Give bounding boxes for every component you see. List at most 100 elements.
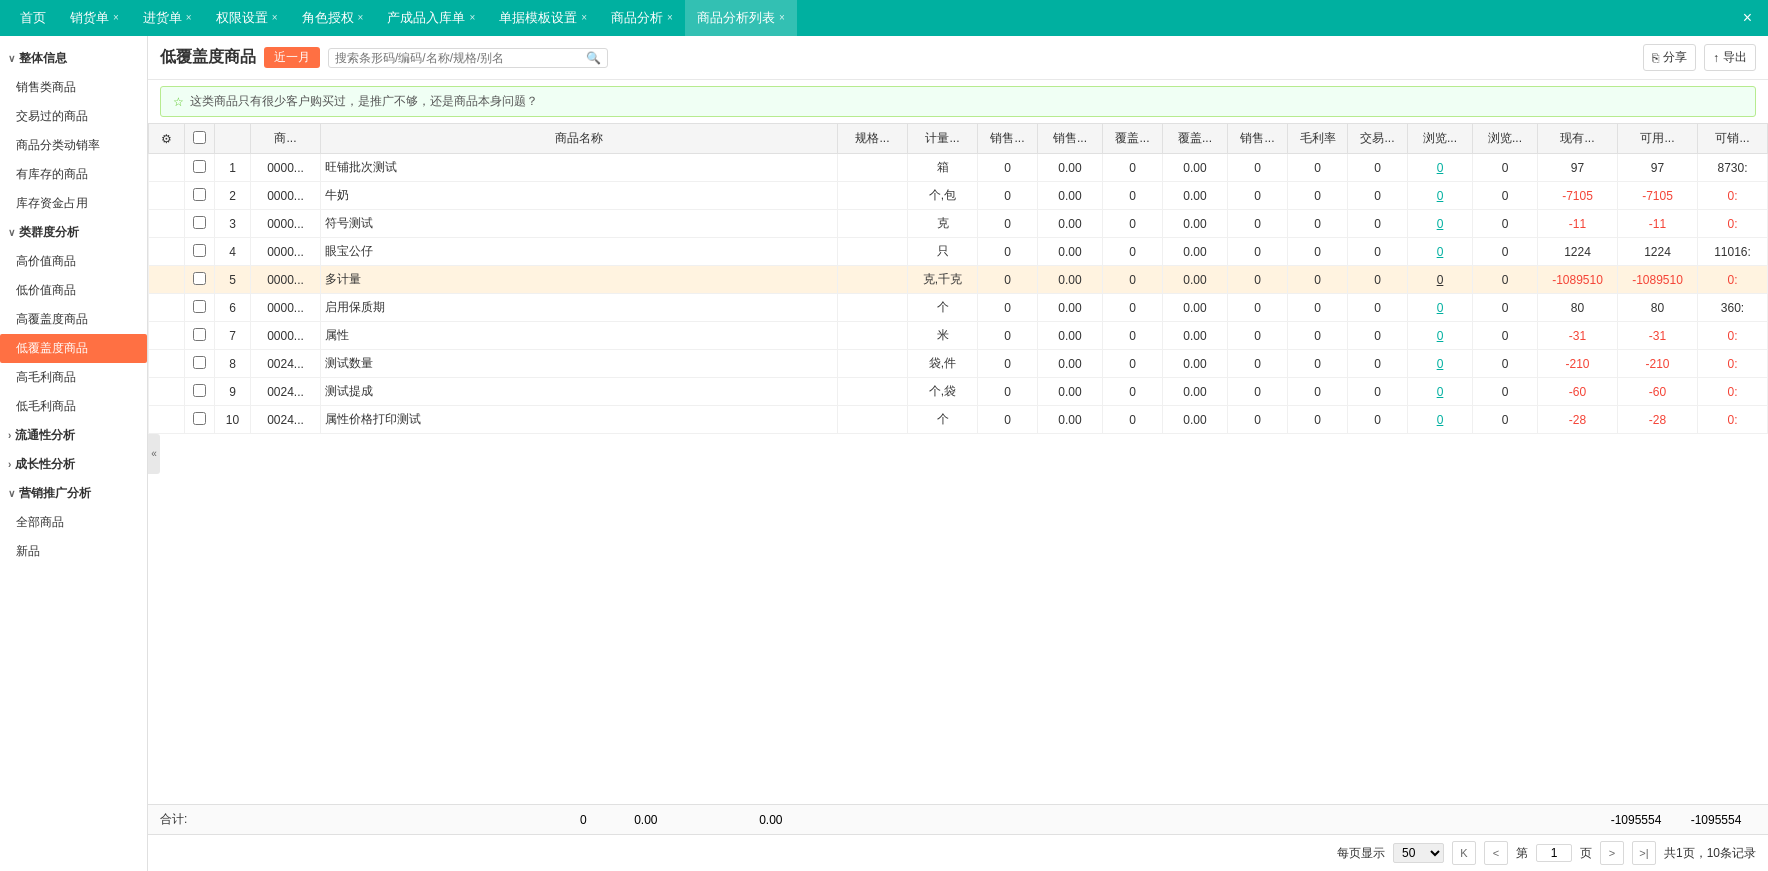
row-settings[interactable] [149,378,185,406]
col-available-header[interactable]: 可用... [1618,124,1698,154]
sidebar-group-overall[interactable]: ∨ 整体信息 [0,44,147,73]
col-settings[interactable]: ⚙ [149,124,185,154]
col-browse1-header[interactable]: 浏览... [1408,124,1473,154]
sidebar-group-liquidity[interactable]: › 流通性分析 [0,421,147,450]
nav-permission[interactable]: 权限设置 × [204,0,290,36]
share-icon: ⎘ [1652,51,1659,65]
col-cov2-header[interactable]: 覆盖... [1163,124,1228,154]
row-browse1[interactable]: 0 [1408,406,1473,434]
sidebar-group-cluster[interactable]: ∨ 类群度分析 [0,218,147,247]
sidebar-item-high-value[interactable]: 高价值商品 [0,247,147,276]
sidebar-item-stock-capital[interactable]: 库存资金占用 [0,189,147,218]
export-button[interactable]: ↑ 导出 [1704,44,1756,71]
select-all-checkbox[interactable] [193,131,206,144]
row-checkbox[interactable] [185,350,215,378]
col-code-header[interactable]: 商... [251,124,321,154]
nav-sales-close[interactable]: × [113,0,119,36]
nav-product-analysis-list[interactable]: 商品分析列表 × [685,0,797,36]
sidebar-item-sales-products[interactable]: 销售类商品 [0,73,147,102]
col-current-header[interactable]: 现有... [1538,124,1618,154]
sidebar-item-low-coverage[interactable]: 低覆盖度商品 [0,334,147,363]
next-page-button[interactable]: > [1600,841,1624,865]
table-container[interactable]: ⚙ 商... 商品名称 规格... 计量... 销售... 销售... 覆盖..… [148,123,1768,804]
sidebar-item-low-gross[interactable]: 低毛利商品 [0,392,147,421]
nav-permission-close[interactable]: × [272,0,278,36]
row-checkbox[interactable] [185,322,215,350]
row-checkbox[interactable] [185,154,215,182]
search-icon[interactable]: 🔍 [586,51,601,65]
sidebar-item-new-products[interactable]: 新品 [0,537,147,566]
period-button[interactable]: 近一月 [264,47,320,68]
current-page-input[interactable] [1536,844,1572,862]
col-sales-amt-header[interactable]: 销售... [1038,124,1103,154]
nav-role-close[interactable]: × [358,0,364,36]
row-checkbox[interactable] [185,406,215,434]
sidebar-item-all-products[interactable]: 全部商品 [0,508,147,537]
nav-product-analysis[interactable]: 商品分析 × [599,0,685,36]
row-browse1[interactable]: 0 [1408,294,1473,322]
sidebar-item-high-gross[interactable]: 高毛利商品 [0,363,147,392]
nav-product-entry[interactable]: 产成品入库单 × [375,0,487,36]
row-browse1[interactable]: 0 [1408,238,1473,266]
app-close-button[interactable]: × [1735,9,1760,27]
sidebar-collapse-button[interactable]: « [148,434,160,474]
row-settings[interactable] [149,406,185,434]
row-settings[interactable] [149,238,185,266]
sidebar-item-category-rate[interactable]: 商品分类动销率 [0,131,147,160]
row-checkbox[interactable] [185,182,215,210]
row-checkbox[interactable] [185,210,215,238]
first-page-button[interactable]: K [1452,841,1476,865]
page-size-select[interactable]: 50 20 100 200 [1393,843,1444,863]
col-gross-header[interactable]: 毛利率 [1288,124,1348,154]
row-checkbox[interactable] [185,266,215,294]
col-sellable-header[interactable]: 可销... [1698,124,1768,154]
nav-home[interactable]: 首页 [8,0,58,36]
nav-product-analysis-close[interactable]: × [667,0,673,36]
row-settings[interactable] [149,210,185,238]
nav-purchase[interactable]: 进货单 × [131,0,204,36]
row-cov2: 0.00 [1163,182,1228,210]
last-page-button[interactable]: >| [1632,841,1656,865]
row-checkbox[interactable] [185,294,215,322]
row-browse1[interactable]: 0 [1408,182,1473,210]
row-browse1[interactable]: 0 [1408,210,1473,238]
search-input[interactable] [335,51,586,65]
row-settings[interactable] [149,266,185,294]
row-browse1[interactable]: 0 [1408,350,1473,378]
sidebar-item-low-value[interactable]: 低价值商品 [0,276,147,305]
sidebar-item-traded-products[interactable]: 交易过的商品 [0,102,147,131]
row-settings[interactable] [149,294,185,322]
row-settings[interactable] [149,350,185,378]
col-cov1-header[interactable]: 覆盖... [1103,124,1163,154]
sidebar-group-marketing[interactable]: ∨ 营销推广分析 [0,479,147,508]
row-browse1[interactable]: 0 [1408,378,1473,406]
nav-role[interactable]: 角色授权 × [290,0,376,36]
share-button[interactable]: ⎘ 分享 [1643,44,1696,71]
nav-product-entry-close[interactable]: × [469,0,475,36]
row-checkbox[interactable] [185,238,215,266]
row-browse1[interactable]: 0 [1408,322,1473,350]
nav-purchase-close[interactable]: × [186,0,192,36]
row-settings[interactable] [149,322,185,350]
nav-template-close[interactable]: × [581,0,587,36]
prev-page-button[interactable]: < [1484,841,1508,865]
row-browse1[interactable]: 0 [1408,154,1473,182]
row-checkbox[interactable] [185,378,215,406]
sidebar-item-stock-products[interactable]: 有库存的商品 [0,160,147,189]
col-browse2-header[interactable]: 浏览... [1473,124,1538,154]
sidebar-item-high-coverage[interactable]: 高覆盖度商品 [0,305,147,334]
col-checkbox-all[interactable] [185,124,215,154]
col-sales-qty-header[interactable]: 销售... [978,124,1038,154]
col-spec-header[interactable]: 规格... [838,124,908,154]
col-trade-header[interactable]: 交易... [1348,124,1408,154]
col-unit-header[interactable]: 计量... [908,124,978,154]
col-name-header[interactable]: 商品名称 [321,124,838,154]
row-settings[interactable] [149,182,185,210]
nav-product-analysis-list-close[interactable]: × [779,0,785,36]
col-sales-x-header[interactable]: 销售... [1228,124,1288,154]
row-settings[interactable] [149,154,185,182]
nav-sales[interactable]: 销货单 × [58,0,131,36]
row-browse1[interactable]: 0 [1408,266,1473,294]
sidebar-group-growth[interactable]: › 成长性分析 [0,450,147,479]
nav-template[interactable]: 单据模板设置 × [487,0,599,36]
